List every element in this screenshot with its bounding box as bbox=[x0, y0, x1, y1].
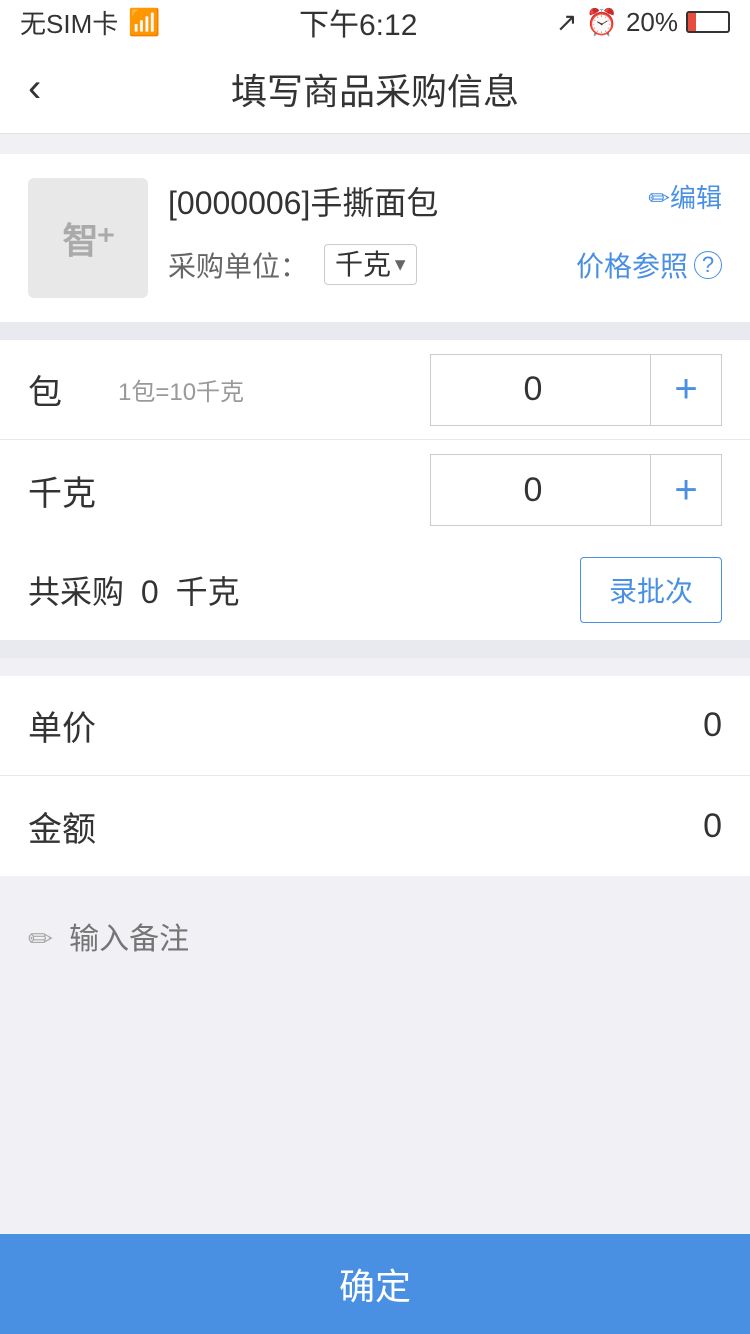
summary-text: 共采购 0 千克 bbox=[28, 567, 240, 613]
status-right: ↗ ⏰ 20% bbox=[556, 7, 730, 38]
product-image: 智⁺ bbox=[28, 178, 148, 298]
time-display: 下午6:12 bbox=[299, 0, 417, 44]
section-separator-2 bbox=[0, 640, 750, 658]
back-button[interactable]: ‹ bbox=[28, 66, 41, 111]
status-bar: 无SIM卡 📶 下午6:12 ↗ ⏰ 20% bbox=[0, 0, 750, 44]
amount-value: 0 bbox=[703, 807, 722, 846]
price-ref-icon: ? bbox=[694, 251, 722, 279]
nav-bar: ‹ 填写商品采购信息 bbox=[0, 44, 750, 134]
bag-input-right: + bbox=[430, 354, 722, 426]
unit-label: 采购单位： bbox=[168, 245, 308, 285]
price-section: 单价 0 金额 0 bbox=[0, 676, 750, 876]
bag-input-row: 包 1包=10千克 + bbox=[0, 340, 750, 440]
bag-quantity-input[interactable] bbox=[430, 354, 650, 426]
amount-label: 金额 bbox=[28, 802, 96, 851]
location-icon: ↗ bbox=[556, 7, 578, 38]
unit-select[interactable]: 千克 bbox=[324, 244, 417, 285]
bag-sub-label: 1包=10千克 bbox=[118, 372, 244, 407]
page-title: 填写商品采购信息 bbox=[231, 63, 519, 115]
remarks-input[interactable] bbox=[69, 923, 722, 957]
product-unit-row: 采购单位： 千克 价格参照 ? bbox=[168, 244, 722, 285]
batch-button[interactable]: 录批次 bbox=[580, 557, 722, 623]
unit-price-row: 单价 0 bbox=[0, 676, 750, 776]
kg-input-row: 千克 + bbox=[0, 440, 750, 540]
unit-select-wrapper[interactable]: 千克 bbox=[324, 244, 417, 285]
product-logo: 智⁺ bbox=[62, 212, 113, 264]
battery-percent: 20% bbox=[626, 7, 678, 38]
alarm-icon: ⏰ bbox=[586, 7, 618, 38]
carrier-text: 无SIM卡 bbox=[20, 4, 118, 41]
unit-price-value: 0 bbox=[703, 706, 722, 745]
bag-label: 包 bbox=[28, 365, 108, 414]
confirm-button-label: 确定 bbox=[339, 1258, 411, 1310]
amount-row: 金额 0 bbox=[0, 776, 750, 876]
kg-quantity-input[interactable] bbox=[430, 454, 650, 526]
kg-input-right: + bbox=[430, 454, 722, 526]
bag-plus-button[interactable]: + bbox=[650, 354, 722, 426]
kg-plus-button[interactable]: + bbox=[650, 454, 722, 526]
edit-button[interactable]: ✏编辑 bbox=[648, 178, 722, 215]
section-separator-1 bbox=[0, 322, 750, 340]
remarks-section: ✏ bbox=[0, 894, 750, 985]
product-name: [0000006]手撕面包 bbox=[168, 178, 722, 224]
battery-icon bbox=[686, 11, 730, 33]
summary-row: 共采购 0 千克 录批次 bbox=[0, 540, 750, 640]
price-ref-button[interactable]: 价格参照 ? bbox=[576, 245, 722, 285]
pencil-icon: ✏ bbox=[28, 922, 53, 957]
unit-price-label: 单价 bbox=[28, 701, 96, 750]
product-info: [0000006]手撕面包 采购单位： 千克 价格参照 ? bbox=[168, 178, 722, 285]
confirm-button[interactable]: 确定 bbox=[0, 1234, 750, 1334]
kg-label: 千克 bbox=[28, 466, 108, 515]
wifi-icon: 📶 bbox=[128, 7, 160, 38]
status-left: 无SIM卡 📶 bbox=[20, 4, 161, 41]
product-card: 智⁺ [0000006]手撕面包 采购单位： 千克 价格参照 ? ✏编辑 bbox=[0, 154, 750, 322]
input-section: 包 1包=10千克 + 千克 + bbox=[0, 340, 750, 540]
